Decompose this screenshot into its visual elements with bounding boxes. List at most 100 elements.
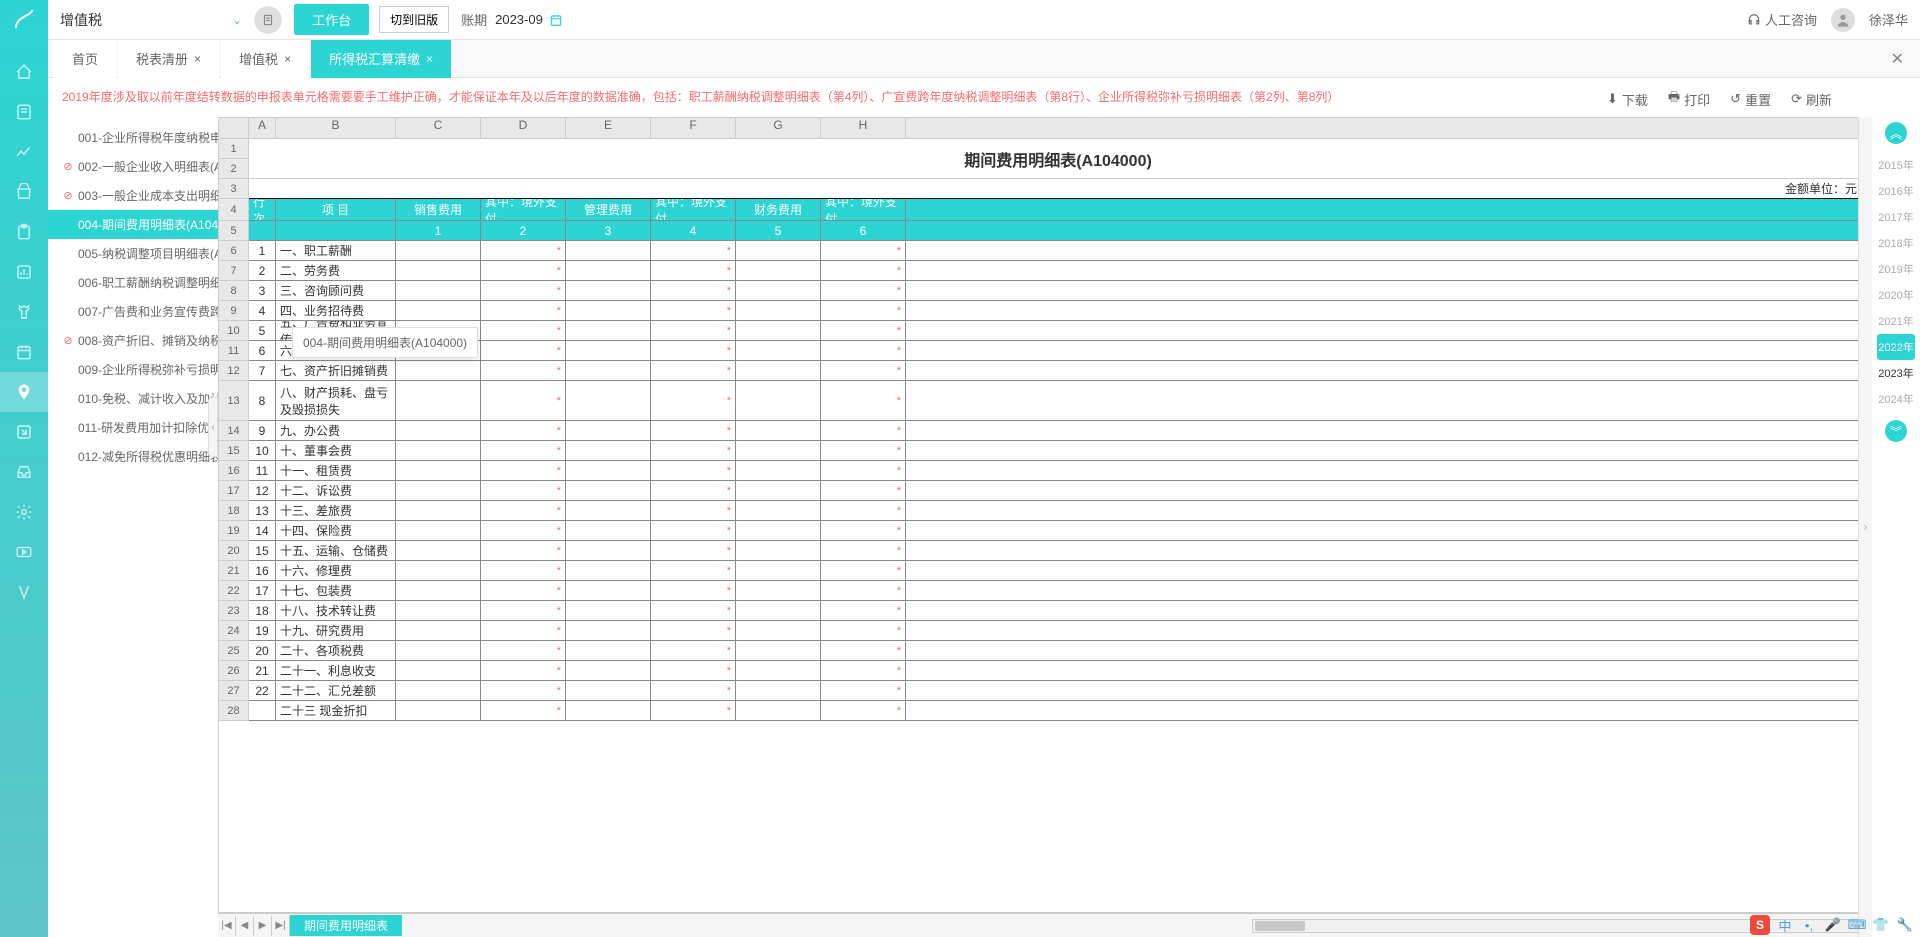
data-cell[interactable]: * (481, 441, 566, 460)
data-cell[interactable]: * (481, 361, 566, 380)
ime-lang[interactable]: 中 (1776, 916, 1794, 934)
data-cell[interactable] (566, 361, 651, 380)
data-cell[interactable] (736, 481, 821, 500)
context-dropdown-label[interactable]: 增值税 (60, 10, 102, 30)
collapse-panel-button[interactable]: ‹ (208, 397, 218, 457)
data-cell[interactable]: * (651, 641, 736, 660)
data-cell[interactable]: * (481, 701, 566, 720)
form-item-5[interactable]: 006-职工薪酬纳税调整明细... (48, 268, 218, 297)
data-cell[interactable] (566, 621, 651, 640)
data-cell[interactable] (566, 541, 651, 560)
refresh-button[interactable]: ⟳刷新 (1791, 88, 1832, 110)
data-cell[interactable] (396, 241, 481, 260)
data-cell[interactable] (736, 441, 821, 460)
form-item-3[interactable]: 004-期间费用明细表(A104... (48, 210, 218, 239)
tab-3[interactable]: 所得税汇算清缴× (311, 40, 451, 78)
sheet-prev-button[interactable]: ◀ (236, 916, 254, 936)
data-cell[interactable]: * (821, 481, 906, 500)
data-cell[interactable] (736, 701, 821, 720)
ime-mic-icon[interactable]: 🎤 (1824, 916, 1842, 934)
switch-old-button[interactable]: 切到旧版 (379, 6, 449, 33)
row-header-1[interactable]: 1 (219, 139, 249, 159)
data-cell[interactable]: * (821, 261, 906, 280)
form-item-11[interactable]: 012-减免所得税优惠明细表(... (48, 442, 218, 471)
sheet-next-button[interactable]: ▶ (254, 916, 272, 936)
data-cell[interactable]: * (821, 521, 906, 540)
year-2017年[interactable]: 2017年 (1877, 204, 1915, 230)
user-avatar[interactable] (1831, 8, 1855, 32)
data-cell[interactable] (566, 381, 651, 420)
ime-tools-icon[interactable]: 🔧 (1896, 916, 1914, 934)
data-cell[interactable]: * (651, 501, 736, 520)
data-cell[interactable] (566, 341, 651, 360)
col-header-B[interactable]: B (276, 118, 396, 138)
data-cell[interactable]: * (821, 441, 906, 460)
row-header-20[interactable]: 20 (219, 541, 249, 561)
col-header-H[interactable]: H (821, 118, 906, 138)
row-header-24[interactable]: 24 (219, 621, 249, 641)
data-cell[interactable] (396, 581, 481, 600)
chevron-down-icon[interactable]: ⌄ (232, 13, 242, 27)
download-button[interactable]: ⬇下载 (1607, 88, 1648, 110)
nav-tax-icon[interactable] (0, 372, 48, 412)
data-cell[interactable] (396, 561, 481, 580)
nav-home-icon[interactable] (0, 52, 48, 92)
col-header-A[interactable]: A (249, 118, 276, 138)
data-cell[interactable]: * (821, 361, 906, 380)
close-icon[interactable]: × (194, 52, 201, 66)
data-cell[interactable] (396, 501, 481, 520)
data-cell[interactable] (396, 601, 481, 620)
year-2019年[interactable]: 2019年 (1877, 256, 1915, 282)
data-cell[interactable]: * (651, 481, 736, 500)
data-cell[interactable] (566, 581, 651, 600)
row-header-26[interactable]: 26 (219, 661, 249, 681)
row-header-2[interactable]: 2 (219, 159, 249, 179)
nav-video-icon[interactable] (0, 532, 48, 572)
data-cell[interactable]: * (651, 561, 736, 580)
row-header-10[interactable]: 10 (219, 321, 249, 341)
data-cell[interactable]: * (821, 621, 906, 640)
form-item-9[interactable]: 010-免税、减计收入及加计... (48, 384, 218, 413)
year-2024年[interactable]: 2024年 (1877, 386, 1915, 412)
expand-right-panel-button[interactable]: › (1858, 117, 1872, 937)
close-icon[interactable]: × (426, 52, 433, 66)
col-header-G[interactable]: G (736, 118, 821, 138)
row-header-22[interactable]: 22 (219, 581, 249, 601)
row-header-5[interactable]: 5 (219, 221, 249, 241)
data-cell[interactable] (736, 301, 821, 320)
data-cell[interactable]: * (651, 301, 736, 320)
data-cell[interactable]: * (651, 361, 736, 380)
data-cell[interactable] (566, 521, 651, 540)
data-cell[interactable] (566, 481, 651, 500)
close-icon[interactable]: × (284, 52, 291, 66)
data-cell[interactable] (566, 261, 651, 280)
data-cell[interactable]: * (821, 601, 906, 620)
data-cell[interactable] (396, 461, 481, 480)
data-cell[interactable]: * (821, 301, 906, 320)
col-header-E[interactable]: E (566, 118, 651, 138)
form-item-7[interactable]: ⊘008-资产折旧、摊销及纳税... (48, 326, 218, 355)
data-cell[interactable] (566, 661, 651, 680)
data-cell[interactable]: * (481, 381, 566, 420)
data-cell[interactable] (736, 461, 821, 480)
data-cell[interactable] (736, 501, 821, 520)
data-cell[interactable]: * (481, 661, 566, 680)
data-cell[interactable] (736, 521, 821, 540)
data-cell[interactable]: * (821, 561, 906, 580)
data-cell[interactable]: * (481, 521, 566, 540)
year-2022年[interactable]: 2022年 (1877, 334, 1915, 360)
data-cell[interactable] (736, 281, 821, 300)
data-cell[interactable]: * (481, 641, 566, 660)
data-cell[interactable]: * (821, 321, 906, 340)
data-cell[interactable] (736, 341, 821, 360)
data-cell[interactable]: * (651, 661, 736, 680)
data-cell[interactable] (736, 641, 821, 660)
data-cell[interactable] (396, 481, 481, 500)
tab-2[interactable]: 增值税× (221, 40, 309, 78)
data-cell[interactable]: * (651, 381, 736, 420)
data-cell[interactable] (736, 361, 821, 380)
data-cell[interactable]: * (481, 681, 566, 700)
sheet-tab[interactable]: 期间费用明细表 (290, 915, 402, 936)
data-cell[interactable]: * (481, 481, 566, 500)
year-scroll-up-button[interactable]: ︽ (1885, 122, 1907, 144)
